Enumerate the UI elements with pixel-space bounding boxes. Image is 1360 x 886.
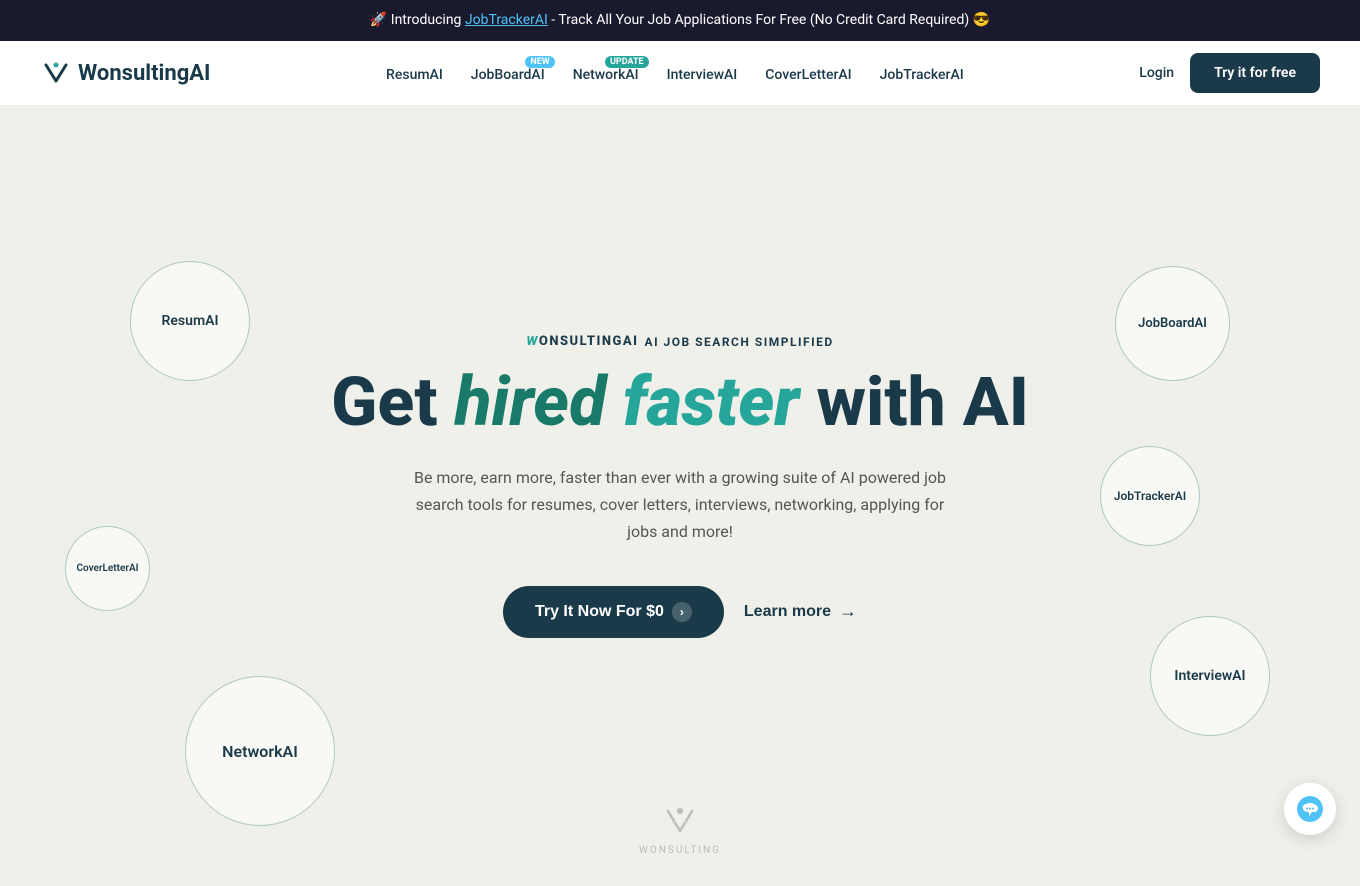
chat-icon — [1296, 795, 1324, 823]
circle-resumai: ResumAI — [130, 261, 250, 381]
headline-rest: with AI — [816, 362, 1029, 442]
try-now-button[interactable]: Try It Now For $0 › — [503, 586, 724, 638]
nav-links: ResumAI JobBoardAI NEW NetworkAI UPDATE … — [376, 64, 974, 83]
tagline-text: AI JOB SEARCH SIMPLIFIED — [645, 335, 834, 349]
announcement-banner: 🚀 Introducing JobTrackerAI - Track All Y… — [0, 0, 1360, 41]
badge-new: NEW — [525, 56, 554, 68]
nav-item-jobtrackerai: JobTrackerAI — [870, 64, 974, 83]
circle-jobboardai: JobBoardAI — [1115, 266, 1230, 381]
nav-item-jobboardai: JobBoardAI NEW — [461, 64, 555, 83]
hero-actions: Try It Now For $0 › Learn more → — [503, 586, 857, 638]
circle-jobtrackerai: JobTrackerAI — [1100, 446, 1200, 546]
nav-item-coverletterai: CoverLetterAI — [755, 64, 861, 83]
login-link[interactable]: Login — [1139, 65, 1174, 81]
headline-faster: faster — [623, 362, 799, 442]
nav-link-coverletterai[interactable]: CoverLetterAI — [755, 61, 861, 89]
nav-item-interviewai: InterviewAI — [657, 64, 748, 83]
learn-more-arrow-icon: → — [839, 601, 857, 622]
learn-more-button[interactable]: Learn more → — [744, 601, 857, 622]
nav-link-jobtrackerai[interactable]: JobTrackerAI — [870, 61, 974, 89]
banner-rocket: 🚀 — [370, 12, 387, 28]
try-for-free-button[interactable]: Try it for free — [1190, 53, 1320, 93]
nav-item-networkai: NetworkAI UPDATE — [563, 64, 649, 83]
headline-get: Get — [331, 362, 437, 442]
hero-tagline: WonsultingAI AI JOB SEARCH SIMPLIFIED — [526, 334, 833, 349]
nav-right: Login Try it for free — [1139, 53, 1320, 93]
nav-link-interviewai[interactable]: InterviewAI — [657, 61, 748, 89]
banner-rest: - Track All Your Job Applications For Fr… — [551, 12, 969, 28]
bottom-watermark: WONSULTING — [639, 801, 721, 856]
hero-subtext: Be more, earn more, faster than ever wit… — [410, 464, 950, 546]
circle-coverletterai: CoverLetterAI — [65, 526, 150, 611]
hero-headline: Get hired faster with AI — [331, 365, 1029, 440]
banner-intro: Introducing — [391, 12, 462, 28]
logo[interactable]: WonsultingAI — [40, 57, 211, 89]
arrow-icon: › — [672, 602, 692, 622]
tagline-logo: WonsultingAI — [526, 334, 638, 349]
hero-section: ResumAI JobBoardAI CoverLetterAI JobTrac… — [0, 106, 1360, 886]
circle-networkai: NetworkAI — [185, 676, 335, 826]
nav-item-resumai: ResumAI — [376, 64, 453, 83]
headline-hired: hired — [454, 362, 622, 442]
banner-emoji: 😎 — [973, 12, 990, 28]
watermark-text: WONSULTING — [639, 845, 721, 856]
logo-text: WonsultingAI — [78, 61, 211, 86]
nav-link-resumai[interactable]: ResumAI — [376, 61, 453, 89]
chat-widget-button[interactable] — [1284, 783, 1336, 835]
navbar: WonsultingAI ResumAI JobBoardAI NEW Netw… — [0, 41, 1360, 106]
badge-update: UPDATE — [605, 56, 649, 68]
banner-link[interactable]: JobTrackerAI — [465, 12, 548, 28]
try-now-label: Try It Now For $0 — [535, 603, 664, 621]
circle-interviewai: InterviewAI — [1150, 616, 1270, 736]
learn-more-label: Learn more — [744, 603, 831, 621]
watermark-logo-icon — [660, 801, 700, 841]
